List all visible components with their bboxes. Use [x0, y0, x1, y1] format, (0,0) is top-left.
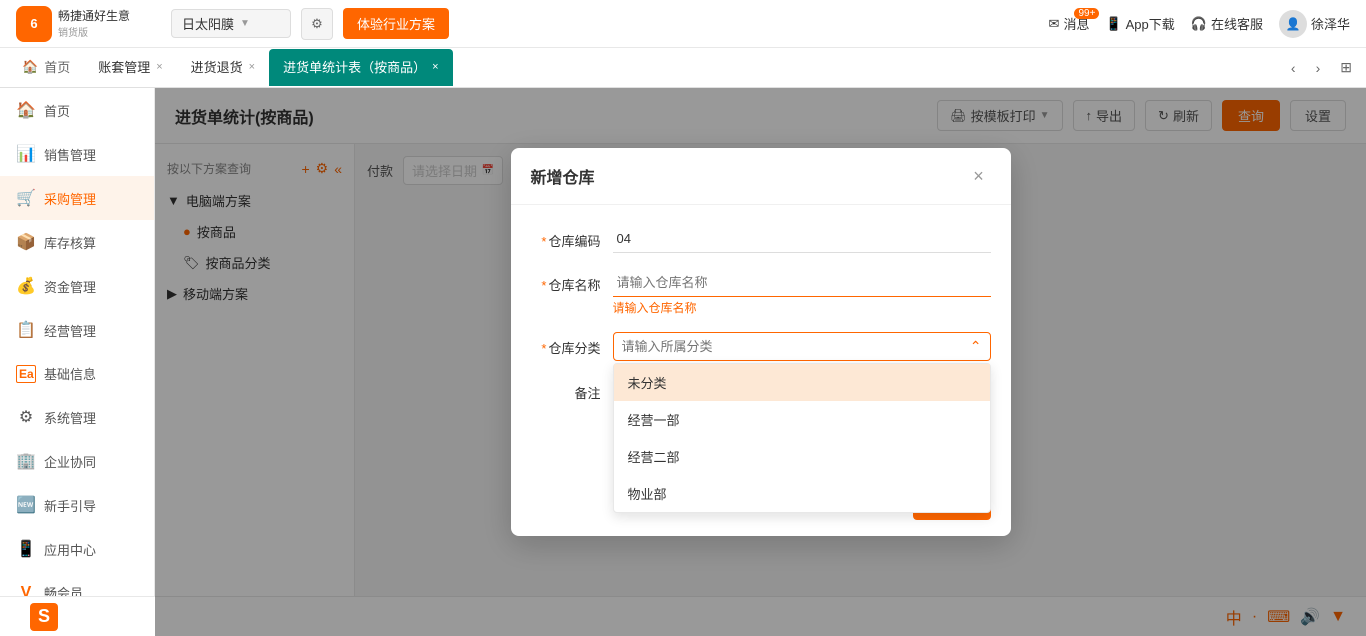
- sidebar-item-enterprise[interactable]: 🏢 企业协同: [0, 439, 154, 483]
- topbar-right: ✉ 消息 99+ 📱 App下载 🎧 在线客服 👤 徐泽华: [1049, 10, 1350, 38]
- notes-label: 备注: [531, 377, 601, 402]
- avatar: 👤: [1279, 10, 1307, 38]
- tab-purchase-stats[interactable]: 进货单统计表（按商品） ×: [269, 49, 452, 86]
- chart-icon: 📊: [16, 144, 36, 164]
- sidebar: 🏠 首页 📊 销售管理 🛒 采购管理 📦 库存核算 💰 资金管理 📋 经营管理 …: [0, 88, 155, 636]
- home-icon: 🏠: [22, 59, 38, 75]
- logo-icon: 6: [16, 6, 52, 42]
- close-icon[interactable]: ×: [249, 61, 255, 73]
- topbar: 6 畅捷通好生意 销货版 日太阳膜 ▼ ⚙ 体验行业方案 ✉ 消息 99+ 📱 …: [0, 0, 1366, 48]
- logo-area: 6 畅捷通好生意 销货版: [16, 6, 171, 42]
- message-badge: 99+: [1074, 8, 1099, 19]
- enterprise-icon: 🏢: [16, 451, 36, 471]
- sougou-icon: S: [30, 603, 58, 631]
- box-icon: 📦: [16, 232, 36, 252]
- clipboard-icon: 📋: [16, 320, 36, 340]
- message-button[interactable]: ✉ 消息 99+: [1049, 14, 1090, 33]
- cart-icon: 🛒: [16, 188, 36, 208]
- name-field-row: *仓库名称 请输入仓库名称: [531, 269, 991, 316]
- tabs-bar: 🏠 首页 账套管理 × 进货退货 × 进货单统计表（按商品） × ‹ › ⊞: [0, 48, 1366, 88]
- name-error-msg: 请输入仓库名称: [613, 299, 991, 316]
- sidebar-item-operations[interactable]: 📋 经营管理: [0, 308, 154, 352]
- warehouse-code-input[interactable]: [613, 225, 991, 253]
- home-icon: 🏠: [16, 100, 36, 120]
- phone-icon: 📱: [1105, 16, 1121, 32]
- modal-overlay: 新增仓库 × *仓库编码: [155, 88, 1366, 636]
- sidebar-item-finance[interactable]: 💰 资金管理: [0, 264, 154, 308]
- content-area: 进货单统计(按商品) 🖨 按模板打印 ▼ ↑ 导出 ↻ 刷新 查询 设置: [155, 88, 1366, 636]
- category-select-row[interactable]: ⌃: [613, 332, 991, 361]
- modal-body: *仓库编码 *仓库名称 请输入仓库名称: [511, 205, 1011, 473]
- category-input[interactable]: [622, 339, 970, 354]
- dropdown-item-dept3[interactable]: 物业部: [614, 475, 990, 512]
- chevron-up-icon[interactable]: ⌃: [970, 338, 982, 355]
- name-label: *仓库名称: [531, 269, 601, 294]
- tabs-right: ‹ › ⊞: [1285, 57, 1358, 78]
- close-icon[interactable]: ×: [432, 61, 438, 73]
- tab-prev-btn[interactable]: ‹: [1285, 58, 1302, 78]
- new-icon: 🆕: [16, 495, 36, 515]
- tab-purchase-return[interactable]: 进货退货 ×: [177, 49, 269, 86]
- settings-icon: ⚙: [16, 407, 36, 427]
- logo-sub: 销货版: [58, 24, 130, 39]
- dropdown-item-dept2[interactable]: 经营二部: [614, 438, 990, 475]
- modal-close-button[interactable]: ×: [967, 164, 991, 188]
- modal-title: 新增仓库: [531, 164, 595, 188]
- sidebar-item-basic[interactable]: Ea 基础信息: [0, 352, 154, 395]
- topbar-center: 日太阳膜 ▼ ⚙ 体验行业方案: [171, 8, 1049, 40]
- sidebar-item-guide[interactable]: 🆕 新手引导: [0, 483, 154, 527]
- sidebar-item-sales[interactable]: 📊 销售管理: [0, 132, 154, 176]
- close-icon[interactable]: ×: [156, 61, 162, 73]
- tab-home[interactable]: 🏠 首页: [8, 49, 84, 86]
- logo-text: 畅捷通好生意: [58, 8, 130, 25]
- sidebar-item-system[interactable]: ⚙ 系统管理: [0, 395, 154, 439]
- warehouse-name-input[interactable]: [613, 269, 991, 297]
- sidebar-item-inventory[interactable]: 📦 库存核算: [0, 220, 154, 264]
- headset-icon: 🎧: [1191, 16, 1207, 32]
- trial-button[interactable]: 体验行业方案: [343, 8, 449, 39]
- category-field-row: *仓库分类 ⌃ 未分类 经营一部 经营二部 物业部: [531, 332, 991, 361]
- sidebar-item-apps[interactable]: 📱 应用中心: [0, 527, 154, 571]
- main-layout: 🏠 首页 📊 销售管理 🛒 采购管理 📦 库存核算 💰 资金管理 📋 经营管理 …: [0, 88, 1366, 636]
- sidebar-item-purchase[interactable]: 🛒 采购管理: [0, 176, 154, 220]
- code-field-row: *仓库编码: [531, 225, 991, 253]
- chevron-down-icon: ▼: [240, 18, 250, 29]
- online-service-button[interactable]: 🎧 在线客服: [1191, 14, 1263, 33]
- tab-expand-btn[interactable]: ⊞: [1334, 57, 1358, 78]
- message-icon: ✉: [1049, 16, 1060, 32]
- category-label: *仓库分类: [531, 332, 601, 357]
- category-select-wrap: ⌃ 未分类 经营一部 经营二部 物业部: [613, 332, 991, 361]
- tab-next-btn[interactable]: ›: [1310, 58, 1327, 78]
- tab-account[interactable]: 账套管理 ×: [84, 49, 176, 86]
- dropdown-item-uncategorized[interactable]: 未分类: [614, 364, 990, 401]
- store-selector[interactable]: 日太阳膜 ▼: [171, 9, 291, 38]
- money-icon: 💰: [16, 276, 36, 296]
- gear-icon: ⚙: [311, 16, 323, 32]
- modal-header: 新增仓库 ×: [511, 148, 1011, 205]
- add-warehouse-modal: 新增仓库 × *仓库编码: [511, 148, 1011, 536]
- dropdown-item-dept1[interactable]: 经营一部: [614, 401, 990, 438]
- app-download-button[interactable]: 📱 App下载: [1105, 14, 1174, 33]
- phone-icon: 📱: [16, 539, 36, 559]
- ea-icon: Ea: [16, 365, 36, 383]
- sidebar-item-home[interactable]: 🏠 首页: [0, 88, 154, 132]
- user-info[interactable]: 👤 徐泽华: [1279, 10, 1350, 38]
- gear-button[interactable]: ⚙: [301, 8, 333, 40]
- category-dropdown: 未分类 经营一部 经营二部 物业部: [613, 363, 991, 513]
- code-label: *仓库编码: [531, 225, 601, 250]
